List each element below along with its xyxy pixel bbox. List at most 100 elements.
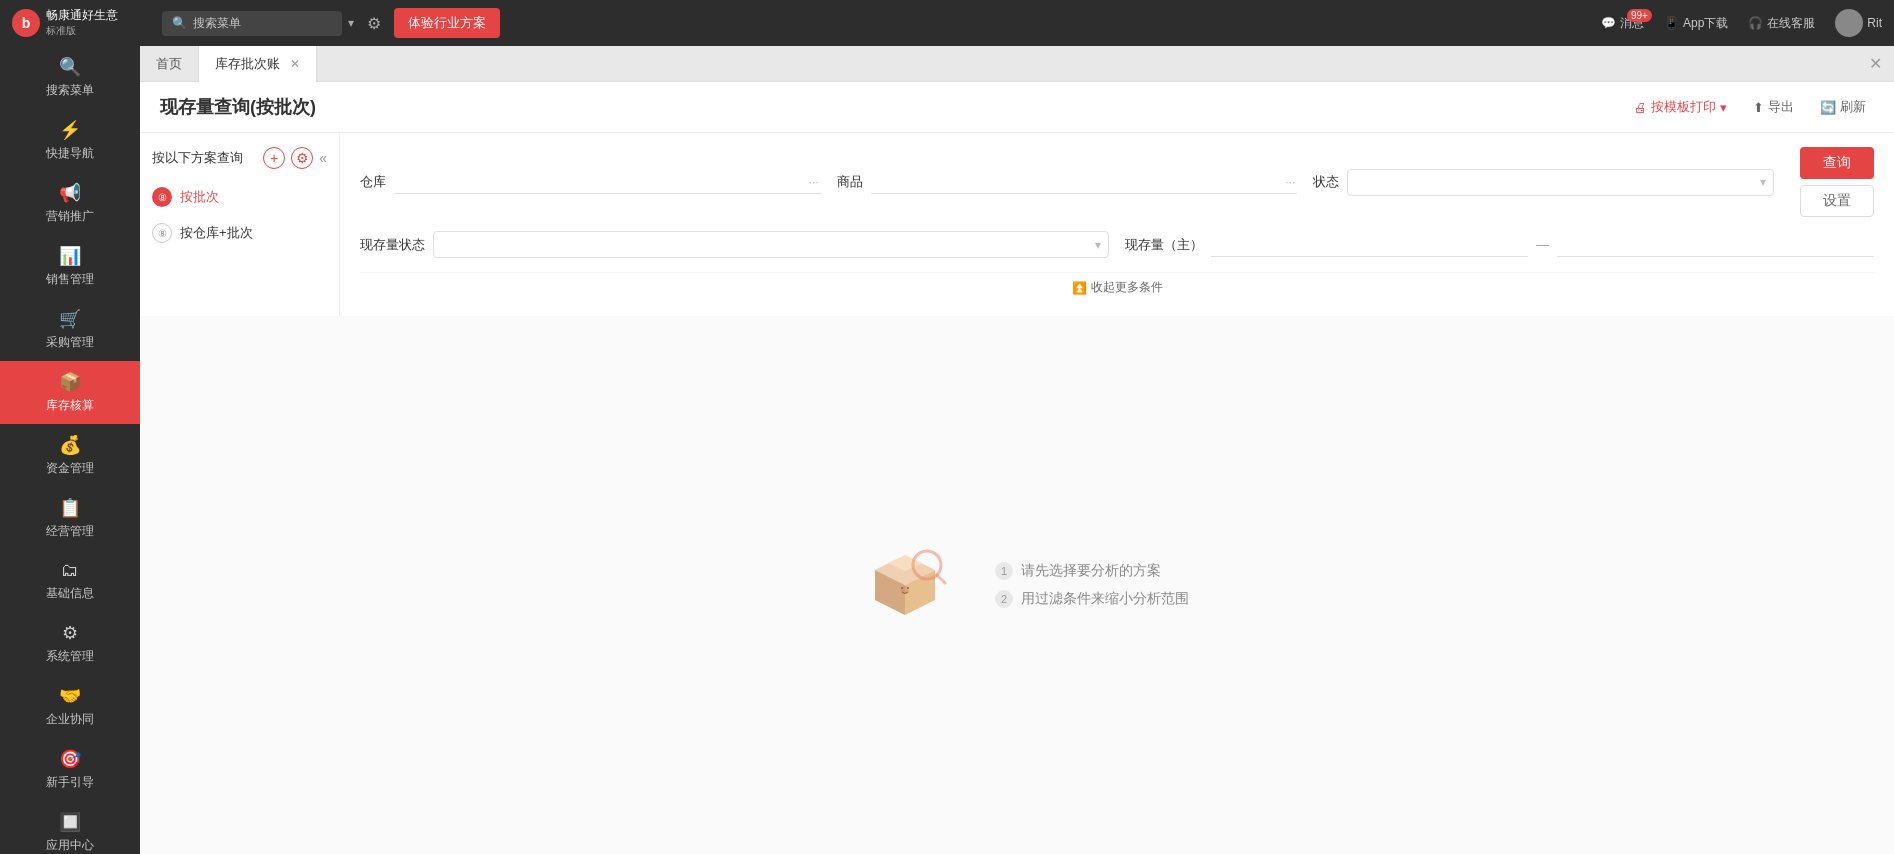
sidebar-item-inventory[interactable]: 📦 库存核算 [0,361,140,424]
sidebar-item-apps[interactable]: 🔲 应用中心 [0,801,140,854]
export-btn[interactable]: ⬆ 导出 [1745,94,1802,120]
page-header-actions: 🖨 按模板打印 ▾ ⬆ 导出 🔄 刷新 [1626,94,1874,120]
search-icon: 🔍 [172,16,187,30]
empty-state: 1 请先选择要分析的方案 2 用过滤条件来缩小分析范围 [140,316,1894,854]
sidebar-item-label: 销售管理 [46,271,94,288]
collapse-label: 收起更多条件 [1091,279,1163,296]
tab-home[interactable]: 首页 [140,46,199,82]
app-download-label: App下载 [1683,15,1728,32]
sidebar-item-marketing[interactable]: 📢 营销推广 [0,172,140,235]
headset-icon: 🎧 [1748,16,1763,30]
filter-action-buttons: 查询 设置 [1800,147,1874,217]
sidebar-item-label: 采购管理 [46,334,94,351]
svg-point-7 [901,587,903,589]
tip-num-2: 2 [995,590,1013,608]
print-dropdown-icon[interactable]: ▾ [1720,100,1727,115]
logo-area: b 畅康通好生意 标准版 [12,8,152,38]
filter-title: 按以下方案查询 [152,149,243,167]
menu-search-box[interactable]: 🔍 搜索菜单 [162,11,342,36]
user-area[interactable]: Rit [1835,9,1882,37]
warehouse-input[interactable] [394,170,821,194]
filter-row-2: 现存量状态 ▾ 现存量（主） [360,231,1874,258]
top-header: b 畅康通好生意 标准版 🔍 搜索菜单 ▾ ⚙ 体验行业方案 💬 消息 99+ … [0,0,1894,46]
sidebar-item-newuser[interactable]: 🎯 新手引导 [0,738,140,801]
empty-illustration [845,525,965,645]
filter-left-actions: + ⚙ « [263,147,327,169]
inventory-qty-to-wrapper [1557,233,1874,257]
inventory-qty-label: 现存量（主） [1125,236,1203,254]
product-label: 商品 [837,173,863,191]
page-title: 现存量查询(按批次) [160,95,316,119]
product-input-wrapper: ··· [871,170,1298,194]
settings-btn[interactable]: 设置 [1800,185,1874,217]
add-scheme-btn[interactable]: + [263,147,285,169]
tab-inventory-batch-label: 库存批次账 [215,55,280,73]
svg-point-8 [907,587,909,589]
export-label: 导出 [1768,98,1794,116]
enterprise-icon: 🤝 [59,685,81,707]
inventory-status-select[interactable] [433,231,1109,258]
tab-close-btn[interactable]: ✕ [290,57,300,71]
refresh-btn[interactable]: 🔄 刷新 [1812,94,1874,120]
sidebar-item-label: 经营管理 [46,523,94,540]
page-header: 现存量查询(按批次) 🖨 按模板打印 ▾ ⬆ 导出 🔄 刷新 [140,82,1894,133]
newuser-icon: 🎯 [59,748,81,770]
sidebar-item-finance[interactable]: 💰 资金管理 [0,424,140,487]
inventory-status-field: 现存量状态 ▾ [360,231,1109,258]
sidebar-item-sales[interactable]: 📊 销售管理 [0,235,140,298]
inventory-status-label: 现存量状态 [360,236,425,254]
inventory-qty-from-input[interactable] [1211,233,1528,257]
inventory-qty-to-input[interactable] [1557,233,1874,257]
sidebar-item-purchase[interactable]: 🛒 采购管理 [0,298,140,361]
sidebar-item-label: 应用中心 [46,837,94,854]
tip-num-1: 1 [995,562,1013,580]
filter-scheme-by-warehouse-batch[interactable]: ⑧ 按仓库+批次 [140,215,339,251]
manage-scheme-btn[interactable]: ⚙ [291,147,313,169]
sidebar-item-quick-nav[interactable]: ⚡ 快捷导航 [0,109,140,172]
refresh-label: 刷新 [1840,98,1866,116]
tab-inventory-batch[interactable]: 库存批次账 ✕ [199,46,317,82]
sidebar-item-label: 系统管理 [46,648,94,665]
warehouse-batch-icon: ⑧ [152,223,172,243]
query-btn[interactable]: 查询 [1800,147,1874,179]
logo-icon: b [12,9,40,37]
app-download-btn[interactable]: 📱 App下载 [1664,15,1728,32]
system-icon: ⚙ [62,622,78,644]
sidebar-item-system[interactable]: ⚙ 系统管理 [0,612,140,675]
online-service-label: 在线客服 [1767,15,1815,32]
sidebar-item-operations[interactable]: 📋 经营管理 [0,487,140,550]
filter-row-1: 仓库 ··· 商品 ··· [360,147,1874,217]
sidebar-item-enterprise[interactable]: 🤝 企业协同 [0,675,140,738]
sidebar-item-label: 库存核算 [46,397,94,414]
product-input[interactable] [871,170,1298,194]
filter-left-panel: 按以下方案查询 + ⚙ « ⑧ 按批次 ⑧ 按仓库+批次 [140,133,340,316]
status-select[interactable] [1347,169,1774,196]
search-label: 搜索菜单 [193,15,241,32]
sidebar-item-basics[interactable]: 🗂 基础信息 [0,550,140,612]
product-suffix-icon: ··· [1285,175,1295,189]
industry-btn[interactable]: 体验行业方案 [394,8,500,38]
filter-area: 按以下方案查询 + ⚙ « ⑧ 按批次 ⑧ 按仓库+批次 [140,133,1894,316]
sidebar-item-search[interactable]: 🔍 搜索菜单 [0,46,140,109]
range-dash: — [1536,237,1549,252]
collapse-more-btn[interactable]: ⏫ 收起更多条件 [360,272,1874,302]
quick-nav-icon: ⚡ [59,119,81,141]
tab-area-close-btn[interactable]: ✕ [1857,54,1894,73]
online-service-btn[interactable]: 🎧 在线客服 [1748,15,1815,32]
empty-tips: 1 请先选择要分析的方案 2 用过滤条件来缩小分析范围 [995,562,1189,608]
main-layout: 🔍 搜索菜单 ⚡ 快捷导航 📢 营销推广 📊 销售管理 🛒 采购管理 📦 库存核… [0,46,1894,854]
status-label: 状态 [1313,173,1339,191]
header-settings-btn[interactable]: ⚙ [360,9,388,37]
page-content: 现存量查询(按批次) 🖨 按模板打印 ▾ ⬆ 导出 🔄 刷新 [140,82,1894,854]
scheme-label: 按仓库+批次 [180,224,253,242]
collapse-left-btn[interactable]: « [319,150,327,166]
filter-scheme-by-batch[interactable]: ⑧ 按批次 [140,179,339,215]
header-right: 💬 消息 99+ 📱 App下载 🎧 在线客服 Rit [1601,9,1882,37]
header-search-area: 🔍 搜索菜单 ▾ ⚙ 体验行业方案 [162,8,1591,38]
collapse-icon: ⏫ [1072,281,1087,295]
inventory-qty-from-wrapper [1211,233,1528,257]
header-dropdown-btn[interactable]: ▾ [348,16,354,30]
sidebar-item-label: 营销推广 [46,208,94,225]
messages-btn[interactable]: 💬 消息 99+ [1601,15,1644,32]
print-btn[interactable]: 🖨 按模板打印 ▾ [1626,94,1735,120]
